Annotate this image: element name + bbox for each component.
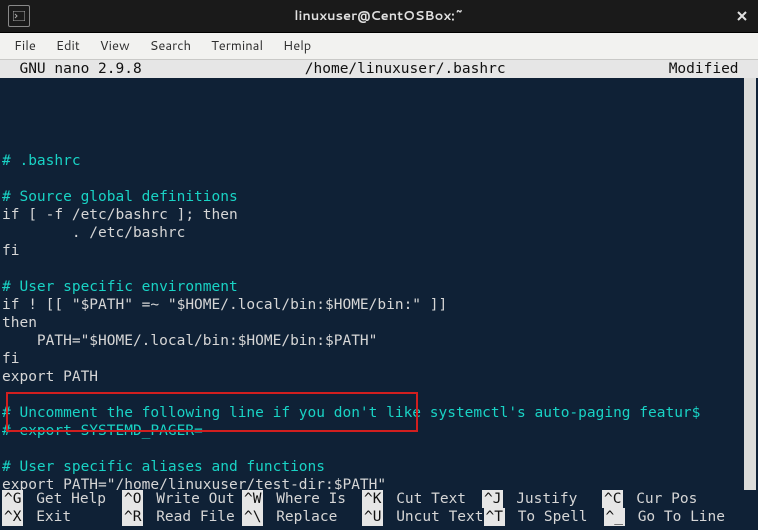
menu-search[interactable]: Search [140,33,201,59]
shortcut-label: Cur Pos [627,490,697,508]
shortcut-item: ^W Where Is [242,490,362,508]
shortcut-item: ^K Cut Text [362,490,482,508]
shortcut-key: ^_ [604,508,625,526]
shortcut-item: ^X Exit [2,508,122,526]
editor-line: if [ -f /etc/bashrc ]; then [2,206,756,224]
shortcut-key: ^W [242,490,263,508]
editor-line [2,260,756,278]
shortcut-item: ^R Read File [122,508,242,526]
editor-area[interactable]: # .bashrc # Source global definitionsif [… [0,78,758,490]
editor-line [2,134,756,152]
shortcut-label: To Spell [509,508,588,526]
editor-line: fi [2,350,756,368]
menu-help[interactable]: Help [273,33,321,59]
editor-line: PATH="$HOME/.local/bin:$HOME/bin:$PATH" [2,332,756,350]
shortcut-label: Cut Text [387,490,466,508]
shortcut-label: Go To Line [629,508,725,526]
shortcut-row-2: ^X Exit^R Read File^\ Replace^U Uncut Te… [2,508,756,526]
shortcut-item: ^G Get Help [2,490,122,508]
shortcut-label: Replace [267,508,337,526]
editor-line: export PATH [2,368,756,386]
shortcut-key: ^\ [242,508,263,526]
shortcut-item: ^U Uncut Text [362,508,484,526]
terminal-window: linuxuser@CentOSBox:~ File Edit View Sea… [0,0,758,530]
shortcut-label: Write Out [147,490,234,508]
shortcut-label: Get Help [27,490,106,508]
shortcut-item: ^\ Replace [242,508,362,526]
shortcut-label: Where Is [267,490,346,508]
shortcut-label: Exit [27,508,71,526]
highlight-box [6,392,418,432]
editor-line [2,170,756,188]
close-button[interactable] [726,0,758,32]
shortcut-item: ^J Justify [482,490,602,508]
shortcut-key: ^T [484,508,505,526]
editor-line: fi [2,242,756,260]
editor-line: then [2,314,756,332]
menubar: File Edit View Search Terminal Help [0,33,758,60]
shortcut-key: ^G [2,490,23,508]
shortcut-label: Read File [147,508,234,526]
shortcut-key: ^C [602,490,623,508]
shortcut-item: ^_ Go To Line [604,508,726,526]
shortcut-label: Uncut Text [387,508,483,526]
shortcut-key: ^O [122,490,143,508]
shortcut-item: ^C Cur Pos [602,490,722,508]
shortcut-key: ^R [122,508,143,526]
menu-terminal[interactable]: Terminal [201,33,273,59]
editor-line [2,440,756,458]
shortcut-key: ^X [2,508,23,526]
shortcut-row-1: ^G Get Help^O Write Out^W Where Is^K Cut… [2,490,756,508]
menu-edit[interactable]: Edit [46,33,90,59]
shortcut-label: Justify [507,490,577,508]
nano-status: Modified [669,60,756,78]
editor-line: # User specific aliases and functions [2,458,756,476]
shortcut-item: ^O Write Out [122,490,242,508]
editor-line: if ! [[ "$PATH" =~ "$HOME/.local/bin:$HO… [2,296,756,314]
nano-header-bar: GNU nano 2.9.8 /home/linuxuser/.bashrc M… [0,60,758,78]
editor-line: export PATH="/home/linuxuser/test-dir:$P… [2,476,756,490]
editor-line: # .bashrc [2,152,756,170]
shortcut-key: ^J [482,490,503,508]
window-title: linuxuser@CentOSBox:~ [0,7,758,25]
window-titlebar: linuxuser@CentOSBox:~ [0,0,758,33]
shortcut-key: ^U [362,508,383,526]
nano-version: GNU nano 2.9.8 [2,60,142,78]
editor-line: # User specific environment [2,278,756,296]
menu-view[interactable]: View [90,33,140,59]
shortcut-item: ^T To Spell [484,508,604,526]
scrollbar[interactable] [744,78,756,490]
terminal-icon [8,5,30,27]
editor-line: . /etc/bashrc [2,224,756,242]
close-icon [736,10,748,22]
nano-filepath: /home/linuxuser/.bashrc [142,60,669,78]
shortcut-bar: ^G Get Help^O Write Out^W Where Is^K Cut… [0,490,758,530]
shortcut-key: ^K [362,490,383,508]
editor-line: # Source global definitions [2,188,756,206]
menu-file[interactable]: File [4,33,46,59]
